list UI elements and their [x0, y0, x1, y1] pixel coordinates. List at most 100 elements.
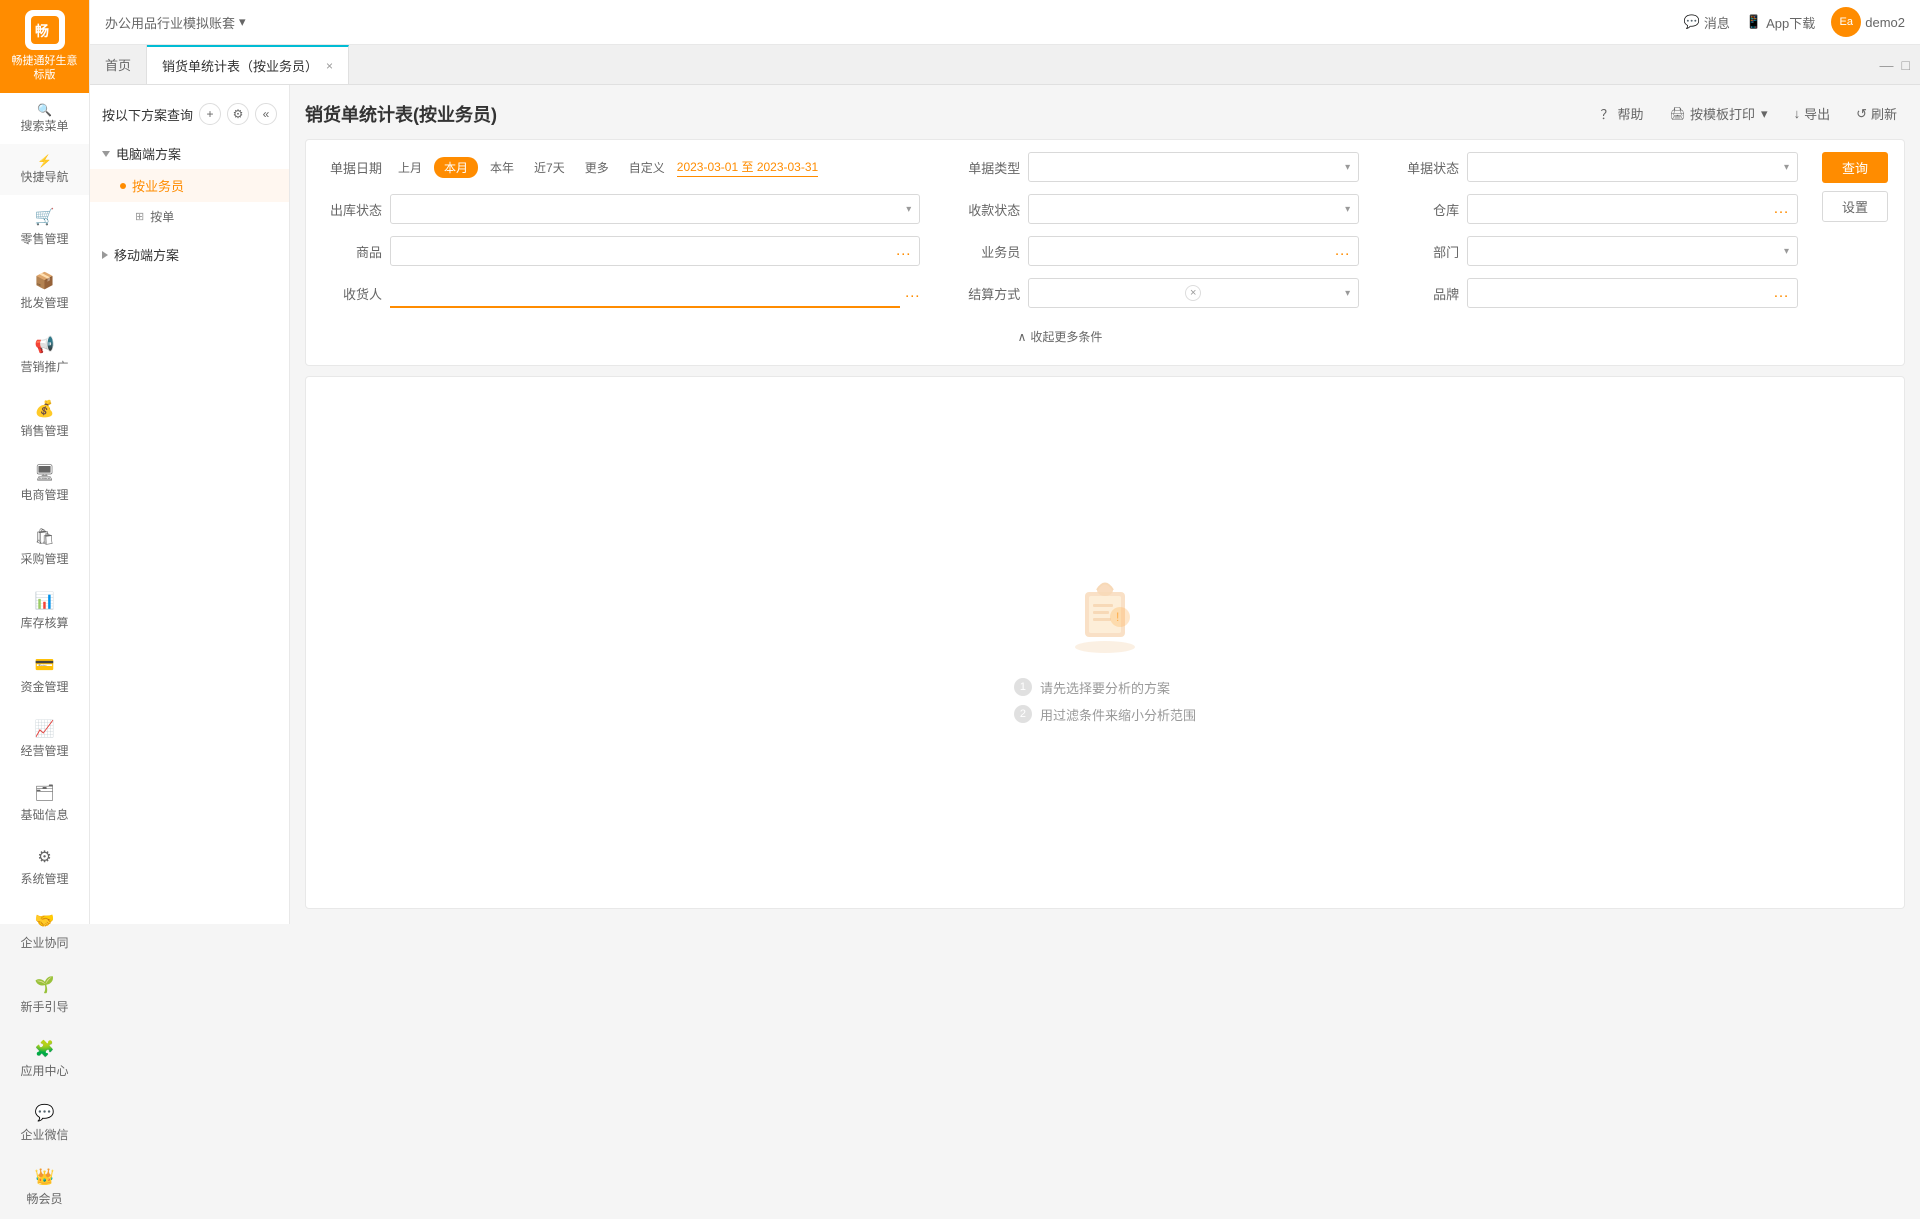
sidebar-item-wechat[interactable]: 💬 企业微信	[0, 1091, 89, 1155]
dept-select[interactable]: ▾	[1467, 236, 1798, 266]
sidebar-wechat-label: 企业微信	[20, 1126, 68, 1143]
sidebar-item-quick[interactable]: ⚡ 快捷导航	[0, 144, 89, 195]
purchase-icon: 🛍	[34, 527, 54, 547]
docstatus-select[interactable]: ▾	[1467, 152, 1798, 182]
date-tab-7days[interactable]: 近7天	[526, 157, 573, 178]
left-panel: 按以下方案查询 + ⚙ « 电脑端方案 按业务员 ⊞ 按单	[90, 85, 290, 924]
receiver-input[interactable]	[390, 278, 900, 308]
query-btn[interactable]: 查询	[1822, 152, 1888, 183]
sidebar-item-newbie[interactable]: 🌱 新手引导	[0, 963, 89, 1027]
warehouse-select[interactable]: …	[1467, 194, 1798, 224]
sidebar-item-retail[interactable]: 🛒 零售管理	[0, 195, 89, 259]
sidebar-item-ecommerce[interactable]: 🖥 电商管理	[0, 451, 89, 515]
sidebar-item-finance[interactable]: 💳 资金管理	[0, 643, 89, 707]
page-actions: ？ 帮助 🖨 按模板打印 ↓ 导出 ↺ 刷新	[1592, 100, 1905, 127]
refresh-btn[interactable]: ↺ 刷新	[1848, 100, 1905, 127]
tree-parent-mobile[interactable]: 移动端方案	[90, 239, 289, 270]
app-download-btn[interactable]: 📱 App下载	[1746, 13, 1815, 32]
tree-order-label: 按单	[150, 208, 174, 225]
goods-dots[interactable]: …	[895, 242, 911, 260]
receiver-dots[interactable]: …	[904, 284, 920, 302]
sidebar-item-wholesale[interactable]: 📦 批发管理	[0, 259, 89, 323]
tab-minimize-btn[interactable]: —	[1880, 57, 1894, 73]
brand-dots[interactable]: …	[1773, 284, 1789, 302]
empty-step-1: 1 请先选择要分析的方案	[1014, 678, 1196, 697]
svg-text:!: !	[1116, 610, 1119, 624]
sidebar-basic-label: 基础信息	[20, 806, 68, 823]
sidebar-operation-label: 经营管理	[20, 742, 68, 759]
system-icon: ⚙	[37, 847, 51, 867]
panel-collapse-btn[interactable]: «	[255, 103, 277, 125]
active-tab[interactable]: 销货单统计表（按业务员） ×	[147, 45, 349, 84]
sidebar-item-search[interactable]: 🔍 搜索菜单	[0, 93, 89, 144]
print-btn[interactable]: 🖨 按模板打印	[1662, 100, 1776, 127]
tree-mobile-label: 移动端方案	[114, 245, 179, 264]
sidebar-item-basic[interactable]: 🗂 基础信息	[0, 771, 89, 835]
panel-add-btn[interactable]: +	[199, 103, 221, 125]
marketing-icon: 📢	[35, 335, 55, 355]
tab-close-btn[interactable]: ×	[326, 59, 333, 73]
help-btn[interactable]: ？ 帮助	[1592, 100, 1651, 127]
brand-select[interactable]: …	[1467, 278, 1798, 308]
payment-label: 收款状态	[960, 200, 1020, 219]
outstatus-select[interactable]: ▾	[390, 194, 920, 224]
goods-select[interactable]: …	[390, 236, 920, 266]
operation-icon: 📈	[35, 719, 55, 739]
step-2-num: 2	[1014, 705, 1032, 723]
logo-area[interactable]: 畅 畅捷通好生意 标版	[0, 0, 89, 93]
date-tab-custom[interactable]: 自定义	[621, 157, 673, 178]
settings-btn[interactable]: 设置	[1822, 191, 1888, 222]
sidebar-item-apps[interactable]: 🧩 应用中心	[0, 1027, 89, 1091]
sidebar-item-purchase[interactable]: 🛍 采购管理	[0, 515, 89, 579]
date-range-display[interactable]: 2023-03-01 至 2023-03-31	[677, 158, 818, 177]
doctype-select[interactable]: ▾	[1028, 152, 1359, 182]
date-tab-this-month[interactable]: 本月	[434, 157, 478, 178]
salesman-select[interactable]: …	[1028, 236, 1359, 266]
app-download-label: App下载	[1766, 13, 1815, 32]
sidebar-item-member[interactable]: 👑 畅会员	[0, 1155, 89, 1219]
date-tab-this-year[interactable]: 本年	[482, 157, 522, 178]
message-btn[interactable]: 💬 消息	[1684, 13, 1730, 32]
message-label: 消息	[1704, 13, 1730, 32]
home-tab[interactable]: 首页	[90, 45, 147, 84]
sidebar-finance-label: 资金管理	[20, 678, 68, 695]
sidebar-item-enterprise[interactable]: 🤝 企业协同	[0, 899, 89, 963]
sidebar-enterprise-label: 企业协同	[20, 934, 68, 951]
filter-salesman-item: 业务员 …	[960, 236, 1359, 266]
settlement-clear-icon[interactable]: ×	[1185, 285, 1201, 301]
tree-item-salesman[interactable]: 按业务员	[90, 169, 289, 202]
topbar: 办公用品行业模拟账套 ▾ 💬 消息 📱 App下载 Ea demo2	[90, 0, 1920, 45]
enterprise-icon: 🤝	[35, 911, 55, 931]
filter-settlement-item: 结算方式 × ▾	[960, 278, 1359, 308]
user-area[interactable]: Ea demo2	[1831, 7, 1905, 37]
date-label: 单据日期	[322, 158, 382, 177]
logo-text: 畅捷通好生意 标版	[12, 54, 78, 83]
sidebar-item-stock[interactable]: 📊 库存核算	[0, 579, 89, 643]
tree-sub-item-order[interactable]: ⊞ 按单	[90, 202, 289, 231]
panel-header: 按以下方案查询 + ⚙ «	[90, 95, 289, 133]
payment-select[interactable]: ▾	[1028, 194, 1359, 224]
salesman-dots[interactable]: …	[1334, 242, 1350, 260]
warehouse-dots[interactable]: …	[1773, 200, 1789, 218]
newbie-icon: 🌱	[35, 975, 55, 995]
date-tab-last-month[interactable]: 上月	[390, 157, 430, 178]
basic-icon: 🗂	[34, 783, 54, 803]
empty-state: ! 1 请先选择要分析的方案 2 用过滤条件来缩小分析范围	[305, 376, 1905, 909]
sidebar-item-sales[interactable]: 💰 销售管理	[0, 387, 89, 451]
date-tab-more[interactable]: 更多	[577, 157, 617, 178]
panel-settings-btn[interactable]: ⚙	[227, 103, 249, 125]
tab-actions: — □	[1870, 45, 1920, 84]
sidebar-ecommerce-label: 电商管理	[20, 486, 68, 503]
svg-text:畅: 畅	[35, 23, 49, 39]
sidebar-item-system[interactable]: ⚙ 系统管理	[0, 835, 89, 899]
export-btn[interactable]: ↓ 导出	[1786, 100, 1839, 127]
filter-date-item: 单据日期 上月 本月 本年 近7天 更多 自定义 2023-03-01 至 20…	[322, 157, 920, 178]
settlement-select[interactable]: × ▾	[1028, 278, 1359, 308]
sidebar-item-marketing[interactable]: 📢 营销推广	[0, 323, 89, 387]
tab-maximize-btn[interactable]: □	[1902, 57, 1910, 73]
collapse-bar[interactable]: ∧ 收起更多条件	[322, 320, 1798, 353]
sidebar-item-operation[interactable]: 📈 经营管理	[0, 707, 89, 771]
industry-dropdown[interactable]: 办公用品行业模拟账套 ▾	[105, 13, 246, 32]
tree-parent-pc[interactable]: 电脑端方案	[90, 138, 289, 169]
sidebar-wholesale-label: 批发管理	[20, 294, 68, 311]
